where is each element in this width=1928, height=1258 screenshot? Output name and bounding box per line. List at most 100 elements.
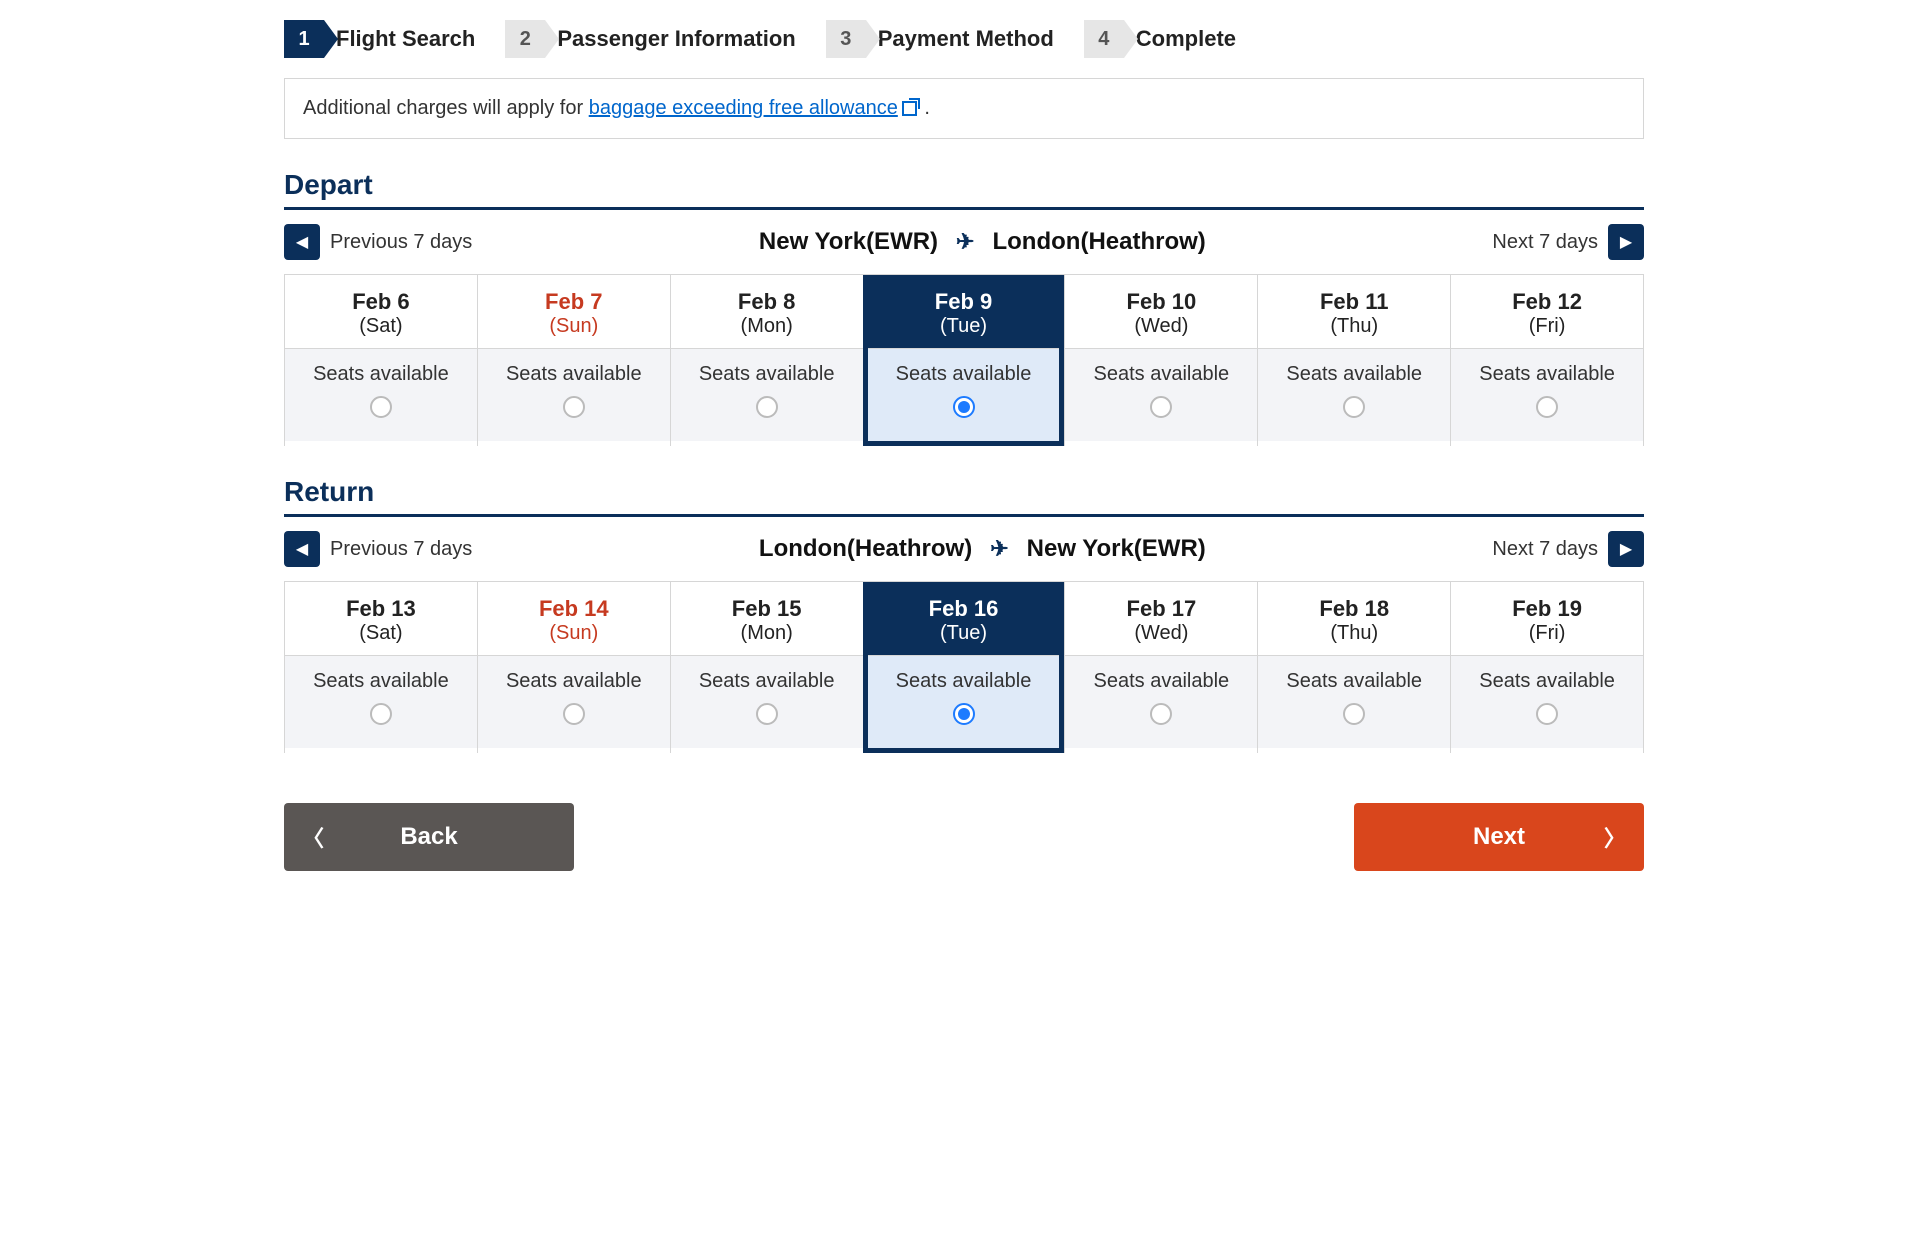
step-label: Flight Search [336, 26, 475, 52]
next-button[interactable]: Next 〉 [1354, 803, 1644, 871]
seat-availability: Seats available [671, 670, 863, 693]
date-label: Feb 18 [1258, 596, 1450, 622]
seat-availability: Seats available [868, 670, 1060, 693]
date-column[interactable]: Feb 7(Sun)Seats available [477, 275, 670, 446]
date-column[interactable]: Feb 11(Thu) Seats available [1257, 275, 1450, 446]
notice-suffix: . [924, 97, 930, 119]
chevron-right-icon: ▶ [1620, 539, 1632, 559]
date-body: Seats available [868, 655, 1060, 748]
date-header: Feb 16(Tue) [868, 582, 1060, 655]
date-column[interactable]: Feb 8(Mon) Seats available [670, 275, 863, 446]
date-body: Seats available [1258, 348, 1450, 441]
date-body: Seats available [478, 655, 670, 748]
step-4: 4Complete [1084, 20, 1236, 58]
seat-availability: Seats available [1065, 670, 1257, 693]
depart-date-radio[interactable] [563, 396, 585, 418]
return-date-radio[interactable] [563, 703, 585, 725]
depart-date-radio[interactable] [1150, 396, 1172, 418]
date-label: Feb 10 [1065, 289, 1257, 315]
date-header: Feb 17(Wed) [1065, 582, 1257, 655]
return-heading: Return [284, 476, 1644, 517]
depart-date-radio[interactable] [756, 396, 778, 418]
depart-date-radio[interactable] [1343, 396, 1365, 418]
depart-date-radio[interactable] [370, 396, 392, 418]
dow-label: (Fri) [1451, 315, 1643, 338]
dow-label: (Tue) [868, 622, 1060, 645]
date-column[interactable]: Feb 9(Tue)Seats available [863, 275, 1065, 446]
return-to: New York(EWR) [1027, 535, 1206, 563]
depart-prev-label: Previous 7 days [330, 231, 472, 254]
date-body: Seats available [1258, 655, 1450, 748]
return-next-button[interactable]: ▶ [1608, 531, 1644, 567]
seat-availability: Seats available [285, 363, 477, 386]
return-prev-button[interactable]: ◀ [284, 531, 320, 567]
date-body: Seats available [1065, 655, 1257, 748]
seat-availability: Seats available [671, 363, 863, 386]
date-label: Feb 14 [478, 596, 670, 622]
dow-label: (Fri) [1451, 622, 1643, 645]
date-header: Feb 6(Sat) [285, 275, 477, 348]
date-body: Seats available [1451, 655, 1643, 748]
date-header: Feb 11(Thu) [1258, 275, 1450, 348]
step-2: 2Passenger Information [505, 20, 795, 58]
back-button[interactable]: 〈 Back [284, 803, 574, 871]
date-header: Feb 9(Tue) [868, 275, 1060, 348]
seat-availability: Seats available [1258, 363, 1450, 386]
return-date-grid: Feb 13(Sat)Seats availableFeb 14(Sun)Sea… [284, 582, 1644, 753]
depart-date-grid: Feb 6(Sat)Seats availableFeb 7(Sun)Seats… [284, 275, 1644, 446]
date-header: Feb 8(Mon) [671, 275, 863, 348]
date-header: Feb 13(Sat) [285, 582, 477, 655]
seat-availability: Seats available [1451, 363, 1643, 386]
depart-prev-button[interactable]: ◀ [284, 224, 320, 260]
depart-heading: Depart [284, 169, 1644, 210]
dow-label: (Tue) [868, 315, 1060, 338]
date-label: Feb 9 [868, 289, 1060, 315]
date-column[interactable]: Feb 12(Fri) Seats available [1450, 275, 1643, 446]
return-date-radio[interactable] [1150, 703, 1172, 725]
return-from: London(Heathrow) [759, 535, 972, 563]
seat-availability: Seats available [478, 363, 670, 386]
seat-availability: Seats available [1451, 670, 1643, 693]
date-column[interactable]: Feb 13(Sat)Seats available [284, 582, 477, 753]
baggage-notice: Additional charges will apply for baggag… [284, 78, 1644, 139]
date-column[interactable]: Feb 14(Sun)Seats available [477, 582, 670, 753]
seat-availability: Seats available [1258, 670, 1450, 693]
date-header: Feb 19(Fri) [1451, 582, 1643, 655]
depart-route: New York(EWR) ✈ London(Heathrow) [482, 228, 1482, 256]
date-body: Seats available [285, 655, 477, 748]
date-column[interactable]: Feb 6(Sat) Seats available [284, 275, 477, 446]
depart-to: London(Heathrow) [992, 228, 1205, 256]
chevron-left-icon: ◀ [296, 232, 308, 252]
return-date-radio[interactable] [1343, 703, 1365, 725]
dow-label: (Wed) [1065, 622, 1257, 645]
date-header: Feb 14(Sun) [478, 582, 670, 655]
date-column[interactable]: Feb 10(Wed)Seats available [1064, 275, 1257, 446]
progress-stepper: 1Flight Search2Passenger Information3Pay… [284, 20, 1644, 58]
date-label: Feb 15 [671, 596, 863, 622]
depart-date-radio[interactable] [1536, 396, 1558, 418]
baggage-link[interactable]: baggage exceeding free allowance [589, 97, 919, 119]
step-number: 1 [284, 20, 324, 58]
return-date-radio[interactable] [1536, 703, 1558, 725]
dow-label: (Mon) [671, 622, 863, 645]
date-label: Feb 12 [1451, 289, 1643, 315]
return-date-radio[interactable] [756, 703, 778, 725]
date-column[interactable]: Feb 18(Thu)Seats available [1257, 582, 1450, 753]
date-column[interactable]: Feb 16(Tue) Seats available [863, 582, 1065, 753]
date-label: Feb 16 [868, 596, 1060, 622]
dow-label: (Thu) [1258, 315, 1450, 338]
date-label: Feb 17 [1065, 596, 1257, 622]
return-date-radio[interactable] [370, 703, 392, 725]
depart-next-button[interactable]: ▶ [1608, 224, 1644, 260]
date-column[interactable]: Feb 15(Mon) Seats available [670, 582, 863, 753]
return-date-radio[interactable] [953, 703, 975, 725]
date-column[interactable]: Feb 19(Fri) Seats available [1450, 582, 1643, 753]
date-label: Feb 19 [1451, 596, 1643, 622]
external-link-icon [902, 101, 917, 116]
step-number: 3 [826, 20, 866, 58]
date-body: Seats available [868, 348, 1060, 441]
depart-date-radio[interactable] [953, 396, 975, 418]
step-number: 2 [505, 20, 545, 58]
dow-label: (Sun) [478, 315, 670, 338]
date-column[interactable]: Feb 17(Wed) Seats available [1064, 582, 1257, 753]
